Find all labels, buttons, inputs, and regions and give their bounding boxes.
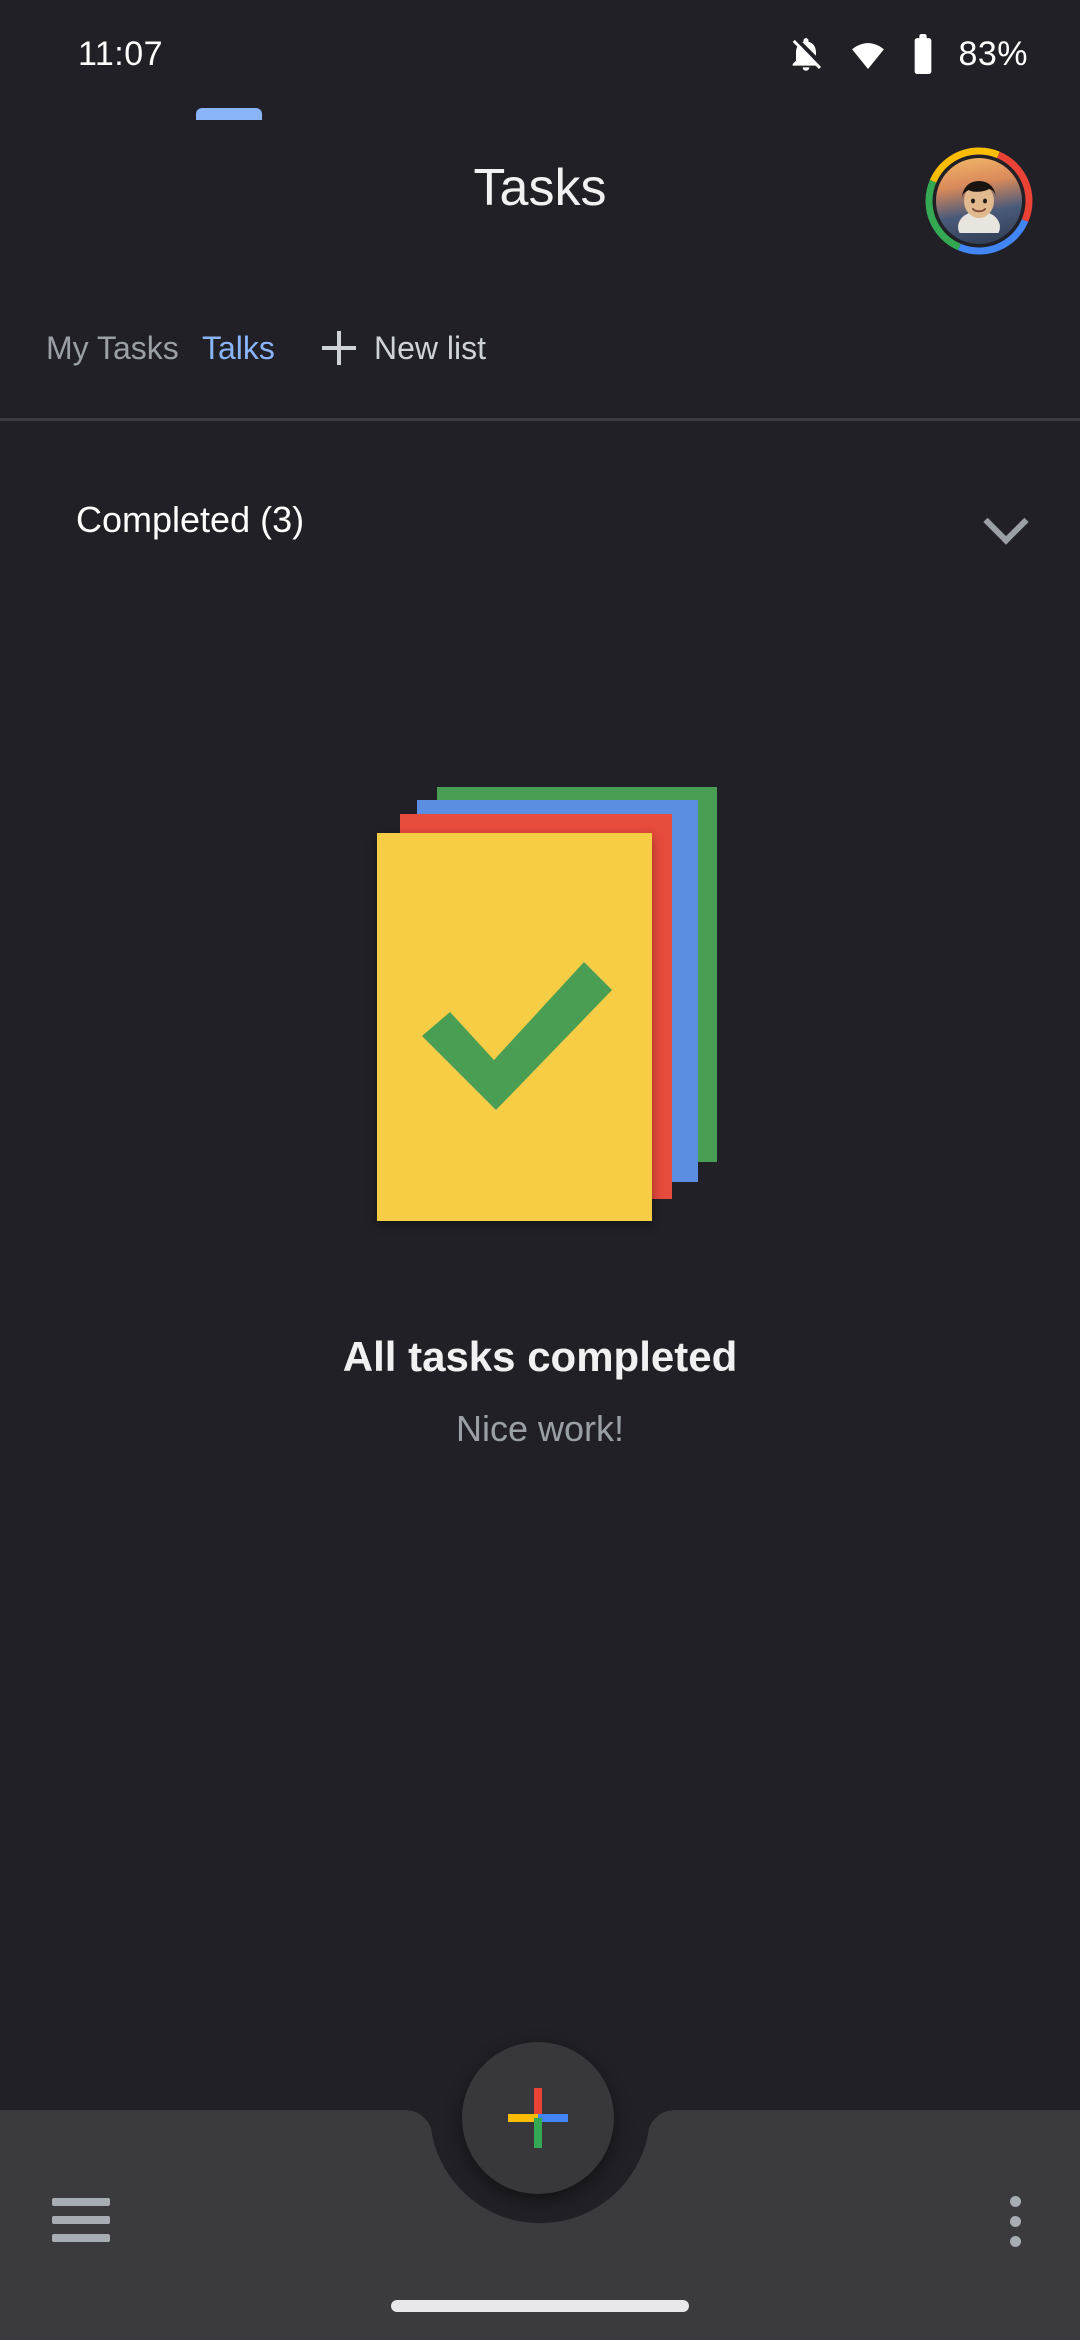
completed-label: Completed (3) [76,499,305,540]
tab-my-tasks-label: My Tasks [46,329,179,366]
notifications-off-icon [793,38,822,71]
hamburger-line [52,2234,110,2242]
tab-bar: My Tasks Talks New list [0,288,1080,418]
tab-talks[interactable]: Talks [202,288,275,408]
avatar[interactable] [924,146,1034,256]
status-bar: 11:07 83% [0,0,1080,108]
kebab-dot [1010,2216,1021,2227]
app-bar: Tasks [0,108,1080,288]
tab-my-tasks[interactable]: My Tasks [46,288,179,408]
checkmark-icon [422,962,612,1110]
battery-icon [915,34,932,74]
empty-state-subtitle: Nice work! [455,1408,625,1449]
empty-state-title: All tasks completed [342,1333,738,1380]
avatar-photo [936,158,1022,244]
avatar-person-glyph [958,181,1000,234]
completed-section-header[interactable]: Completed (3) [0,460,1080,580]
hamburger-line [52,2198,110,2206]
plus-icon [322,331,356,365]
battery-percent: 83% [958,34,1028,73]
add-task-fab[interactable] [462,2042,614,2194]
kebab-dot [1010,2236,1021,2247]
gesture-nav-pill[interactable] [391,2300,689,2312]
google-plus-icon [508,2088,568,2148]
active-tab-indicator [196,108,262,120]
status-time: 11:07 [78,34,164,73]
wifi-icon [852,43,885,69]
hamburger-line [52,2216,110,2224]
app-screen: 11:07 83% Tasks My Tasks Talks New list … [0,0,1080,2340]
kebab-dot [1010,2196,1021,2207]
chevron-down-icon[interactable] [982,494,1034,546]
new-list-button[interactable]: New list [322,288,486,408]
more-options-icon[interactable] [1010,2196,1024,2248]
hamburger-menu-icon[interactable] [52,2198,110,2242]
tab-divider [0,418,1080,421]
page-title: Tasks [473,159,607,217]
status-icon-group: 83% [786,34,1028,74]
new-list-label: New list [374,329,487,366]
tab-talks-label: Talks [202,329,275,366]
